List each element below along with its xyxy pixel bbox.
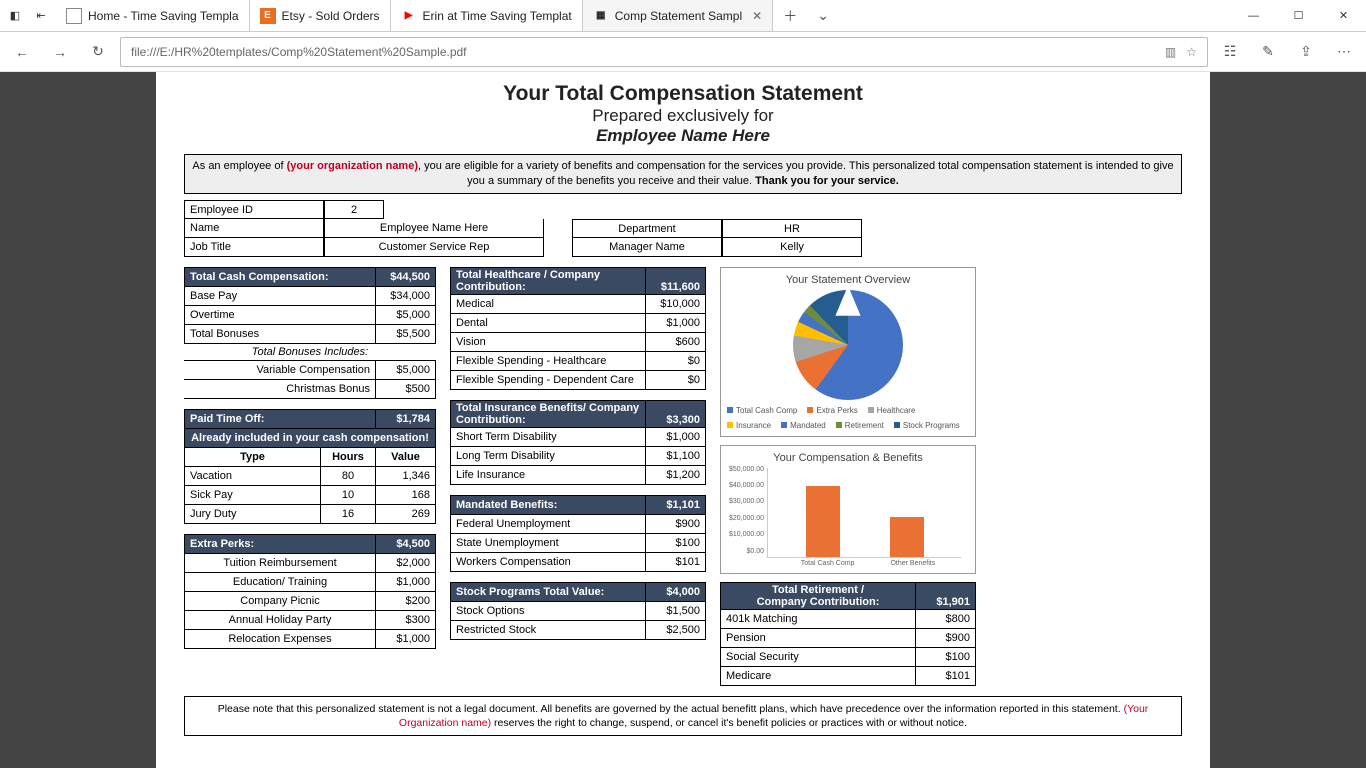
page-gutter-left (0, 72, 156, 768)
pdf-viewport: Your Total Compensation Statement Prepar… (0, 72, 1366, 768)
youtube-icon: ▶ (401, 8, 417, 24)
mgr-value: Kelly (722, 238, 862, 257)
comp-bar-chart: Your Compensation & Benefits $50,000.00 … (720, 445, 976, 574)
forward-button[interactable]: → (44, 36, 76, 68)
notes-icon[interactable]: ✎ (1252, 36, 1284, 68)
browser-titlebar: ◧ ⇤ Home - Time Saving Templa E Etsy - So… (0, 0, 1366, 32)
more-icon[interactable]: ⋯ (1328, 36, 1360, 68)
tab-strip: Home - Time Saving Templa E Etsy - Sold O… (56, 0, 1231, 31)
tab-label: Etsy - Sold Orders (282, 9, 380, 23)
doc-employee-name: Employee Name Here (184, 126, 1182, 146)
pdf-page: Your Total Compensation Statement Prepar… (156, 72, 1210, 768)
reading-view-icon[interactable]: ▥ (1165, 45, 1176, 59)
pdf-icon: ▦ (593, 8, 609, 24)
emp-id-label: Employee ID (184, 200, 324, 219)
tabs-chevron-icon[interactable]: ⌄ (807, 0, 839, 31)
window-cascade-icon[interactable]: ◧ (6, 7, 24, 25)
cash-table: Total Cash Compensation:$44,500 Base Pay… (184, 267, 436, 399)
insurance-table: Total Insurance Benefits/ Company Contri… (450, 400, 706, 485)
address-bar: ← → ↻ file:///E:/HR%20templates/Comp%20S… (0, 32, 1366, 72)
job-label: Job Title (184, 238, 324, 257)
new-tab-button[interactable]: ＋ (773, 0, 807, 31)
back-button[interactable]: ← (6, 36, 38, 68)
etsy-icon: E (260, 8, 276, 24)
tab-comp-statement[interactable]: ▦ Comp Statement Sampl ✕ (583, 0, 773, 31)
tab-etsy[interactable]: E Etsy - Sold Orders (250, 0, 391, 31)
tab-label: Home - Time Saving Templa (88, 9, 239, 23)
stock-table: Stock Programs Total Value:$4,000 Stock … (450, 582, 706, 640)
favorites-hub-icon[interactable]: ☷ (1214, 36, 1246, 68)
mandated-table: Mandated Benefits:$1,101 Federal Unemplo… (450, 495, 706, 572)
share-icon[interactable]: ⇪ (1290, 36, 1322, 68)
perks-table: Extra Perks:$4,500 Tuition Reimbursement… (184, 534, 436, 649)
tab-home[interactable]: Home - Time Saving Templa (56, 0, 250, 31)
mgr-label: Manager Name (572, 238, 722, 257)
url-text: file:///E:/HR%20templates/Comp%20Stateme… (131, 45, 467, 59)
doc-subtitle: Prepared exclusively for (184, 106, 1182, 126)
pto-table: Paid Time Off:$1,784 Already included in… (184, 409, 436, 524)
bar-total-cash (806, 486, 840, 557)
pie-icon (793, 290, 903, 400)
minimize-button[interactable]: — (1231, 0, 1276, 31)
maximize-button[interactable]: ☐ (1276, 0, 1321, 31)
emp-id-value: 2 (324, 200, 384, 219)
retirement-table: Total Retirement /Company Contribution:$… (720, 582, 976, 686)
overview-pie-chart: Your Statement Overview Total Cash Comp … (720, 267, 976, 437)
job-value: Customer Service Rep (324, 238, 544, 257)
favorite-icon[interactable]: ☆ (1186, 45, 1197, 59)
dept-value: HR (722, 219, 862, 238)
tab-label: Comp Statement Sampl (615, 9, 742, 23)
intro-banner: As an employee of (your organization nam… (184, 154, 1182, 194)
refresh-button[interactable]: ↻ (82, 36, 114, 68)
page-gutter-right (1210, 72, 1366, 768)
dept-label: Department (572, 219, 722, 238)
employee-info-row: Employee ID 2 Name Employee Name Here Jo… (184, 200, 1182, 257)
window-snap-icon[interactable]: ⇤ (32, 7, 50, 25)
close-button[interactable]: ✕ (1321, 0, 1366, 31)
tab-label: Erin at Time Saving Templat (423, 9, 572, 23)
name-label: Name (184, 219, 324, 238)
footer-disclaimer: Please note that this personalized state… (184, 696, 1182, 736)
pie-legend: Total Cash Comp Extra Perks Healthcare I… (727, 406, 969, 430)
tab-youtube[interactable]: ▶ Erin at Time Saving Templat (391, 0, 583, 31)
bar-other-benefits (890, 517, 924, 557)
close-icon[interactable]: ✕ (752, 9, 762, 23)
bonus-note: Total Bonuses Includes: (184, 344, 436, 360)
healthcare-table: Total Healthcare / Company Contribution:… (450, 267, 706, 390)
doc-title: Your Total Compensation Statement (184, 82, 1182, 106)
name-value: Employee Name Here (324, 219, 544, 238)
url-field[interactable]: file:///E:/HR%20templates/Comp%20Stateme… (120, 37, 1208, 67)
